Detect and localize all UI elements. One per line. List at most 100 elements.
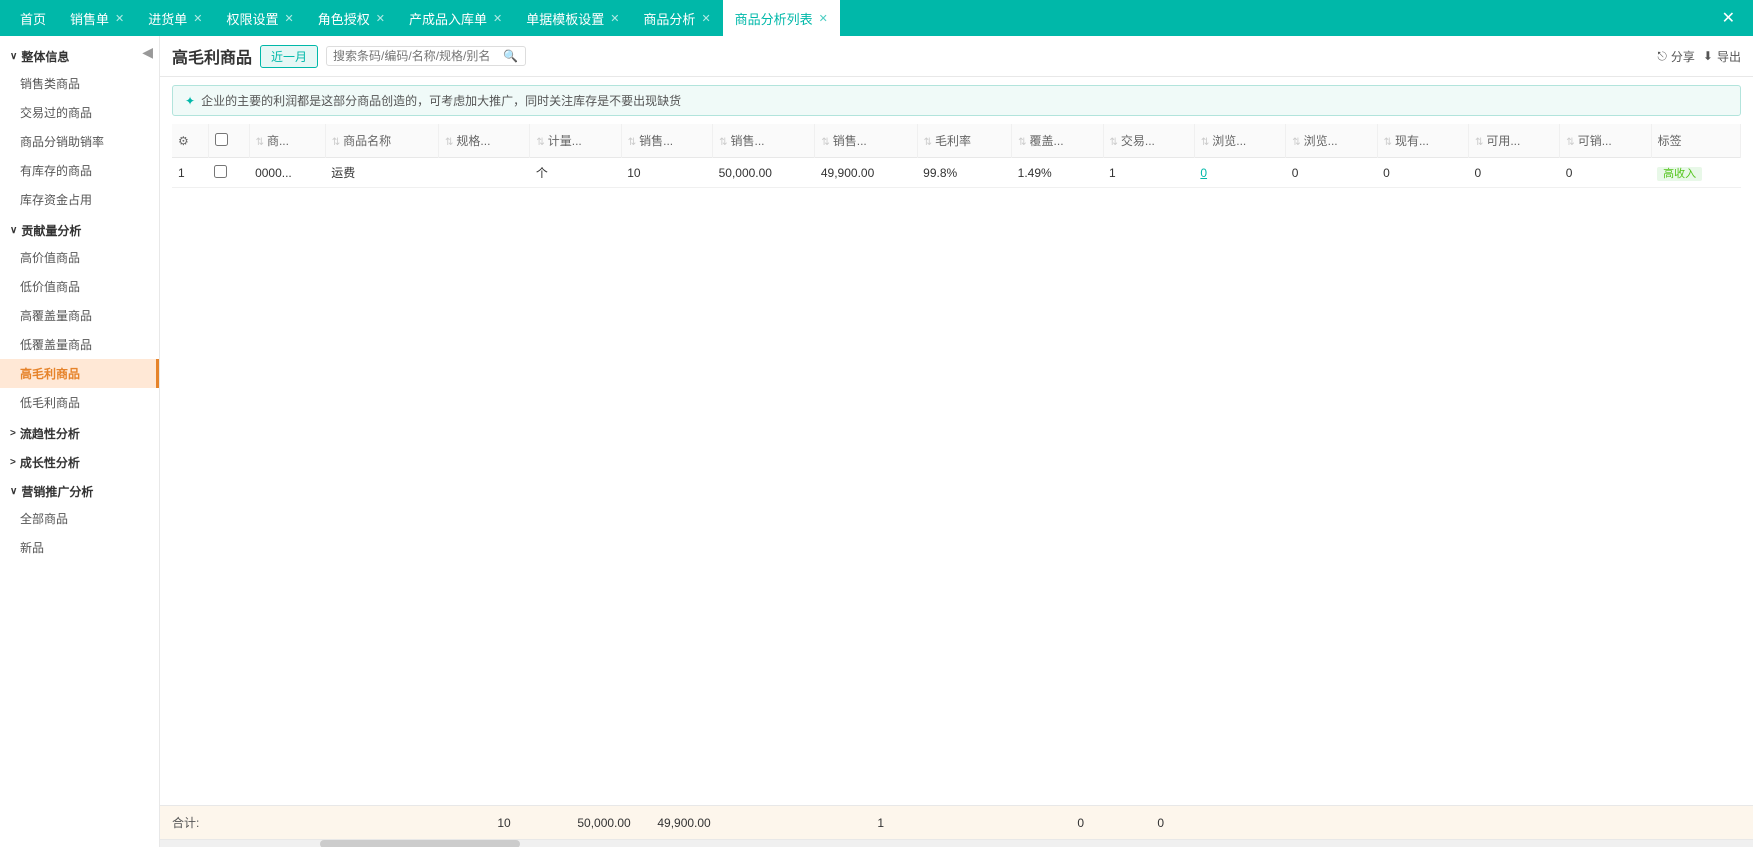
- sidebar-group-流趋性分析[interactable]: >流趋性分析: [0, 417, 159, 446]
- footer-spacer4: [951, 816, 1011, 830]
- sort-icon: ⇅: [1384, 137, 1392, 148]
- scrollbar-thumb[interactable]: [320, 840, 520, 847]
- col-header-17: 标签: [1651, 124, 1740, 158]
- nav-item-销售单[interactable]: 销售单✕: [58, 0, 136, 36]
- tag-cell[interactable]: 高收入: [1651, 158, 1740, 188]
- name-cell: 运费: [325, 158, 438, 188]
- sidebar-item-新品[interactable]: 新品: [0, 533, 159, 562]
- nav-item-商品分析列表[interactable]: 商品分析列表✕: [723, 0, 840, 36]
- sidebar-item-低毛利商品[interactable]: 低毛利商品: [0, 388, 159, 417]
- select-all-checkbox[interactable]: [215, 133, 228, 146]
- col-header-9[interactable]: ⇅毛利率: [917, 124, 1011, 158]
- sort-icon: ⇅: [1110, 137, 1118, 148]
- nav-item-单据模板设置[interactable]: 单据模板设置✕: [514, 0, 631, 36]
- search-input[interactable]: [333, 49, 503, 63]
- nav-item-进货单[interactable]: 进货单✕: [136, 0, 214, 36]
- sidebar-item-低价值商品[interactable]: 低价值商品: [0, 272, 159, 301]
- main-layout: ◀ ∨整体信息销售类商品交易过的商品商品分销助销率有库存的商品库存资金占用∨贡献…: [0, 36, 1753, 847]
- export-icon: ⬇: [1703, 49, 1713, 63]
- nav-close-icon[interactable]: ✕: [819, 12, 828, 25]
- horizontal-scrollbar[interactable]: [160, 839, 1753, 847]
- footer-transaction: 1: [871, 816, 951, 830]
- sidebar-collapse-button[interactable]: ◀: [142, 44, 153, 61]
- col-header-8[interactable]: ⇅销售...: [815, 124, 917, 158]
- search-wrapper: 🔍: [326, 46, 526, 66]
- sidebar-group-营销推广分析[interactable]: ∨营销推广分析: [0, 475, 159, 504]
- nav-close-icon[interactable]: ✕: [285, 12, 294, 25]
- col-header-12[interactable]: ⇅浏览...: [1194, 124, 1285, 158]
- code-cell: 0000...: [249, 158, 325, 188]
- col-header-15[interactable]: ⇅可用...: [1468, 124, 1559, 158]
- nav-close-icon[interactable]: ✕: [193, 12, 202, 25]
- nav-close-icon[interactable]: ✕: [115, 12, 124, 25]
- sidebar-group-整体信息[interactable]: ∨整体信息: [0, 40, 159, 69]
- sidebar-item-全部商品[interactable]: 全部商品: [0, 504, 159, 533]
- sort-icon: ⇅: [719, 137, 727, 148]
- sidebar-item-低覆盖量商品[interactable]: 低覆盖量商品: [0, 330, 159, 359]
- footer-spacer1: [211, 816, 491, 830]
- sidebar-item-销售类商品[interactable]: 销售类商品: [0, 69, 159, 98]
- row-checkbox[interactable]: [214, 165, 227, 178]
- nav-close-icon[interactable]: ✕: [493, 12, 502, 25]
- tag-badge[interactable]: 高收入: [1657, 167, 1702, 181]
- gross-rate-cell: 99.8%: [917, 158, 1011, 188]
- sidebar-item-有库存的商品[interactable]: 有库存的商品: [0, 156, 159, 185]
- col-header-7[interactable]: ⇅销售...: [713, 124, 815, 158]
- col-header-2[interactable]: ⇅商...: [249, 124, 325, 158]
- nav-item-产成品入库单[interactable]: 产成品入库单✕: [397, 0, 514, 36]
- sidebar-item-高价值商品[interactable]: 高价值商品: [0, 243, 159, 272]
- sort-icon: ⇅: [1018, 137, 1026, 148]
- col-header-13[interactable]: ⇅浏览...: [1286, 124, 1377, 158]
- sidebar-item-库存资金占用[interactable]: 库存资金占用: [0, 185, 159, 214]
- sidebar-item-高覆盖量商品[interactable]: 高覆盖量商品: [0, 301, 159, 330]
- col-header-10[interactable]: ⇅覆盖...: [1012, 124, 1103, 158]
- sidebar-group-label: 成长性分析: [20, 454, 80, 471]
- time-filter-month-button[interactable]: 近一月: [260, 45, 318, 68]
- nav-close-icon[interactable]: ✕: [701, 12, 710, 25]
- sidebar-group-label: 整体信息: [21, 48, 69, 65]
- table-row: 10000...运费个1050,000.0049,900.0099.8%1.49…: [172, 158, 1741, 188]
- export-button[interactable]: ⬇ 导出: [1703, 48, 1741, 65]
- share-button[interactable]: ⎋ 分享: [1657, 48, 1695, 65]
- sort-icon: ⇅: [924, 137, 932, 148]
- col-header-14[interactable]: ⇅现有...: [1377, 124, 1468, 158]
- close-window-button[interactable]: ✕: [1712, 8, 1745, 28]
- col-header-6[interactable]: ⇅销售...: [621, 124, 712, 158]
- sidebar-group-label: 营销推广分析: [21, 483, 93, 500]
- browse1-cell[interactable]: 0: [1194, 158, 1285, 188]
- table-header: ⚙⇅商...⇅商品名称⇅规格...⇅计量...⇅销售...⇅销售...⇅销售..…: [172, 124, 1741, 158]
- col-header-4[interactable]: ⇅规格...: [439, 124, 530, 158]
- sidebar-group-arrow-icon: >: [10, 457, 16, 468]
- sidebar-group-成长性分析[interactable]: > 成长性分析: [0, 446, 159, 475]
- nav-item-角色授权[interactable]: 角色授权✕: [306, 0, 397, 36]
- search-icon[interactable]: 🔍: [503, 49, 518, 63]
- link-cell[interactable]: 0: [1200, 166, 1207, 180]
- sort-icon: ⇅: [1201, 137, 1209, 148]
- sidebar-group-贡献量分析[interactable]: ∨贡献量分析: [0, 214, 159, 243]
- sellable-cell: 0: [1560, 158, 1651, 188]
- browse2-cell: 0: [1286, 158, 1377, 188]
- col-header-5[interactable]: ⇅计量...: [530, 124, 621, 158]
- header-actions: ⎋ 分享 ⬇ 导出: [1657, 48, 1741, 65]
- col-header-16[interactable]: ⇅可销...: [1560, 124, 1651, 158]
- nav-item-权限设置[interactable]: 权限设置✕: [214, 0, 305, 36]
- sales2-cell: 50,000.00: [713, 158, 815, 188]
- coverage-cell: 1.49%: [1012, 158, 1103, 188]
- footer-sales2: 50,000.00: [571, 816, 651, 830]
- col-header-0: ⚙: [172, 124, 208, 158]
- available-cell: 0: [1468, 158, 1559, 188]
- nav-item-首页[interactable]: 首页: [8, 0, 58, 36]
- sales1-cell: 10: [621, 158, 712, 188]
- nav-close-icon[interactable]: ✕: [610, 12, 619, 25]
- sidebar-item-商品分销助销率[interactable]: 商品分销助销率: [0, 127, 159, 156]
- sidebar-item-交易过的商品[interactable]: 交易过的商品: [0, 98, 159, 127]
- col-header-3[interactable]: ⇅商品名称: [325, 124, 438, 158]
- unit-cell: 个: [530, 158, 621, 188]
- nav-item-商品分析[interactable]: 商品分析✕: [631, 0, 722, 36]
- share-icon: ⎋: [1657, 49, 1667, 64]
- nav-close-icon[interactable]: ✕: [376, 12, 385, 25]
- col-header-11[interactable]: ⇅交易...: [1103, 124, 1194, 158]
- sidebar-item-高毛利商品[interactable]: 高毛利商品: [0, 359, 159, 388]
- col-header-1: [208, 124, 249, 158]
- sort-icon: ⇅: [821, 137, 829, 148]
